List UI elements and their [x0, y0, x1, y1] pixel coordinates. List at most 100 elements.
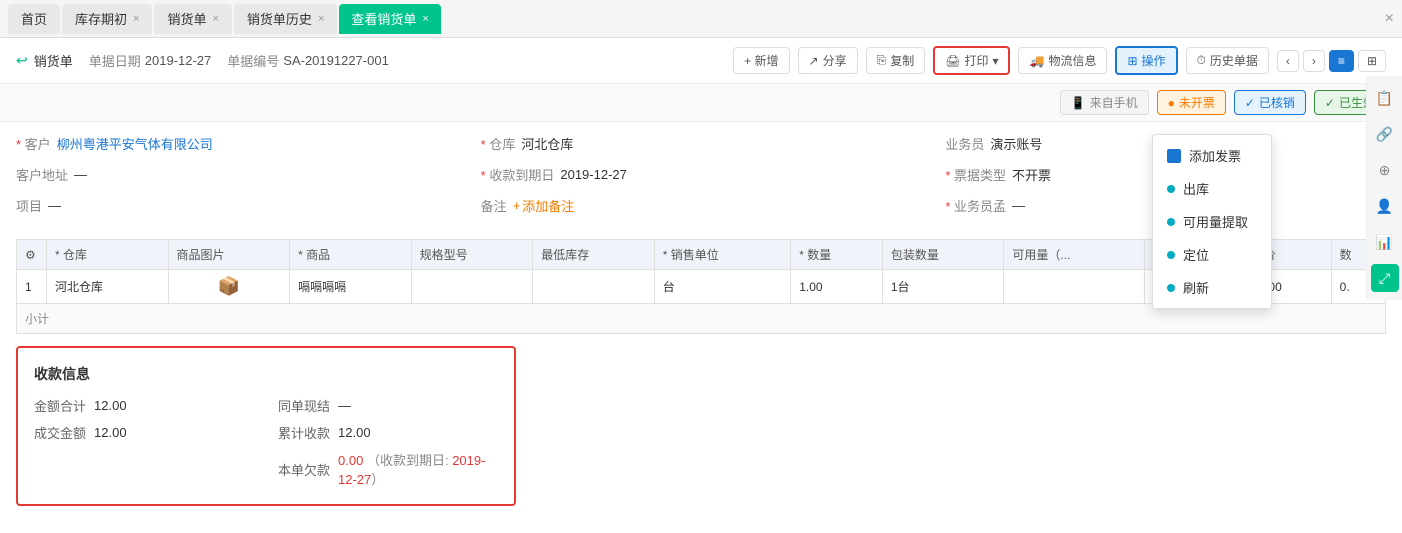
payment-title: 收款信息 — [34, 364, 498, 384]
owed-label: 本单欠款 — [278, 460, 330, 479]
tab-sales-history[interactable]: 销货单历史 × — [234, 4, 337, 34]
col-product: * 商品 — [290, 240, 412, 270]
locate-icon — [1167, 251, 1175, 259]
invoice-icon: ● — [1168, 96, 1175, 110]
project-field: 项目 — — [16, 196, 457, 215]
bill-type-label: 票据类型 — [945, 165, 1006, 184]
status-from-mobile[interactable]: 📱 来自手机 — [1060, 90, 1149, 115]
dropdown-locate[interactable]: 定位 — [1153, 238, 1271, 271]
next-button[interactable]: › — [1303, 50, 1325, 72]
same-order-value: — — [338, 398, 351, 413]
due-date-field: 收款到期日 2019-12-27 — [481, 165, 922, 184]
col-pkg-qty: 包装数量 — [882, 240, 1004, 270]
payment-deal: 成交金额 12.00 — [34, 423, 254, 442]
tab-home[interactable]: 首页 — [8, 4, 60, 34]
row-warehouse: 河北仓库 — [47, 270, 169, 304]
doc-title: ↩ 销货单 — [16, 51, 73, 70]
print-dropdown-arrow: ▾ — [992, 54, 998, 68]
mobile-icon: 📱 — [1071, 96, 1086, 110]
col-gear: ⚙ — [17, 240, 47, 270]
sidebar-icon-3[interactable]: ⊕ — [1371, 156, 1399, 184]
grid-view-button[interactable]: ⊞ — [1358, 50, 1386, 72]
sidebar-icon-4[interactable]: 👤 — [1371, 192, 1399, 220]
number-label: 单据编号 — [227, 51, 279, 70]
row-min-stock — [533, 270, 655, 304]
tab-view-sales[interactable]: 查看销货单 × — [339, 4, 440, 34]
print-button[interactable]: 🖨 打印 ▾ — [933, 46, 1010, 75]
row-unit: 台 — [654, 270, 791, 304]
note-field: 备注 添加备注 — [481, 196, 922, 215]
deal-label: 成交金额 — [34, 423, 86, 442]
add-invoice-icon — [1167, 149, 1181, 163]
address-field: 客户地址 — — [16, 165, 457, 184]
effective-icon: ✓ — [1325, 96, 1335, 110]
new-button[interactable]: + 新增 — [733, 47, 789, 74]
status-not-invoiced[interactable]: ● 未开票 — [1157, 90, 1226, 115]
warehouse-field: 仓库 河北仓库 — [481, 134, 922, 153]
list-view-button[interactable]: ≡ — [1329, 50, 1354, 72]
payment-owed: 本单欠款 0.00 （收款到期日: 2019-12-27） — [278, 450, 498, 488]
refresh-icon — [1167, 284, 1175, 292]
staff-label: 业务员 — [945, 134, 984, 153]
col-available: 可用量（... — [1004, 240, 1144, 270]
staff-value: 演示账号 — [990, 134, 1042, 153]
col-warehouse: * 仓库 — [47, 240, 169, 270]
due-date-value: 2019-12-27 — [560, 167, 627, 182]
tab-close-view-sales[interactable]: × — [422, 13, 428, 25]
doc-title-text: 销货单 — [34, 51, 73, 70]
sidebar-icon-2[interactable]: 🔗 — [1371, 120, 1399, 148]
tab-sales-order[interactable]: 销货单 × — [154, 4, 231, 34]
sidebar-icon-1[interactable]: 📋 — [1371, 84, 1399, 112]
history-icon: ⏱ — [1197, 53, 1206, 68]
sidebar-icon-5[interactable]: 📊 — [1371, 228, 1399, 256]
add-note-button[interactable]: 添加备注 — [513, 196, 575, 215]
project-label: 项目 — [16, 196, 42, 215]
tab-close-sales-order[interactable]: × — [212, 13, 218, 25]
doc-date: 单据日期 2019-12-27 — [89, 51, 212, 70]
print-icon: 🖨 — [945, 54, 960, 68]
copy-button[interactable]: ⎘ 复制 — [866, 47, 926, 74]
customer-field: 客户 柳州粤港平安气体有限公司 — [16, 134, 457, 153]
warehouse-value: 河北仓库 — [521, 134, 573, 153]
col-qty: * 数量 — [791, 240, 883, 270]
dropdown-outbound[interactable]: 出库 — [1153, 172, 1271, 205]
logistics-button[interactable]: 🚚 物流信息 — [1018, 47, 1107, 74]
payment-total: 金额合计 12.00 — [34, 396, 254, 415]
operation-button[interactable]: ⊞ 操作 — [1115, 46, 1177, 75]
doc-icon: ↩ — [16, 52, 28, 69]
payment-accumulated: 累计收款 12.00 — [278, 423, 498, 442]
tab-close-sales-history[interactable]: × — [318, 13, 324, 25]
copy-icon: ⎘ — [877, 53, 887, 68]
payment-same-order: 同单现结 — — [278, 396, 498, 415]
biz-staff-value: — — [1012, 198, 1025, 213]
status-verified[interactable]: ✓ 已核销 — [1234, 90, 1306, 115]
due-date-label: 收款到期日 — [481, 165, 555, 184]
share-button[interactable]: ↗ 分享 — [798, 47, 858, 74]
doc-actions: + 新增 ↗ 分享 ⎘ 复制 🖨 打印 ▾ 🚚 物流信息 — [733, 46, 1386, 75]
payment-info-box: 收款信息 金额合计 12.00 同单现结 — 成交金额 12.00 累计收款 1… — [16, 346, 516, 506]
deal-value: 12.00 — [94, 425, 127, 440]
dropdown-refresh[interactable]: 刷新 — [1153, 271, 1271, 304]
owed-value: 0.00 （收款到期日: 2019-12-27） — [338, 450, 498, 488]
tab-close-stock-init[interactable]: × — [133, 13, 139, 25]
sidebar-icon-expand[interactable]: ⤢ — [1371, 264, 1399, 292]
customer-value[interactable]: 柳州粤港平安气体有限公司 — [57, 134, 213, 153]
row-available — [1004, 270, 1144, 304]
tab-bar: 首页 库存期初 × 销货单 × 销货单历史 × 查看销货单 × × — [0, 0, 1402, 38]
doc-toolbar: ↩ 销货单 单据日期 2019-12-27 单据编号 SA-20191227-0… — [0, 38, 1402, 84]
accumulated-label: 累计收款 — [278, 423, 330, 442]
dropdown-add-invoice[interactable]: 添加发票 — [1153, 139, 1271, 172]
window-close-button[interactable]: × — [1385, 11, 1394, 27]
doc-meta: 单据日期 2019-12-27 单据编号 SA-20191227-001 — [89, 51, 389, 70]
accumulated-value: 12.00 — [338, 425, 371, 440]
bill-type-value: 不开票 — [1012, 165, 1051, 184]
check-icon: ✓ — [1245, 96, 1255, 110]
dropdown-available-qty[interactable]: 可用量提取 — [1153, 205, 1271, 238]
history-button[interactable]: ⏱ 历史单据 — [1186, 47, 1269, 74]
available-qty-icon — [1167, 218, 1175, 226]
right-sidebar: 📋 🔗 ⊕ 👤 📊 ⤢ — [1366, 76, 1402, 300]
prev-button[interactable]: ‹ — [1277, 50, 1299, 72]
tab-stock-init[interactable]: 库存期初 × — [62, 4, 152, 34]
date-label: 单据日期 — [89, 51, 141, 70]
status-row: 📱 来自手机 ● 未开票 ✓ 已核销 ✓ 已生效 — [0, 84, 1402, 122]
